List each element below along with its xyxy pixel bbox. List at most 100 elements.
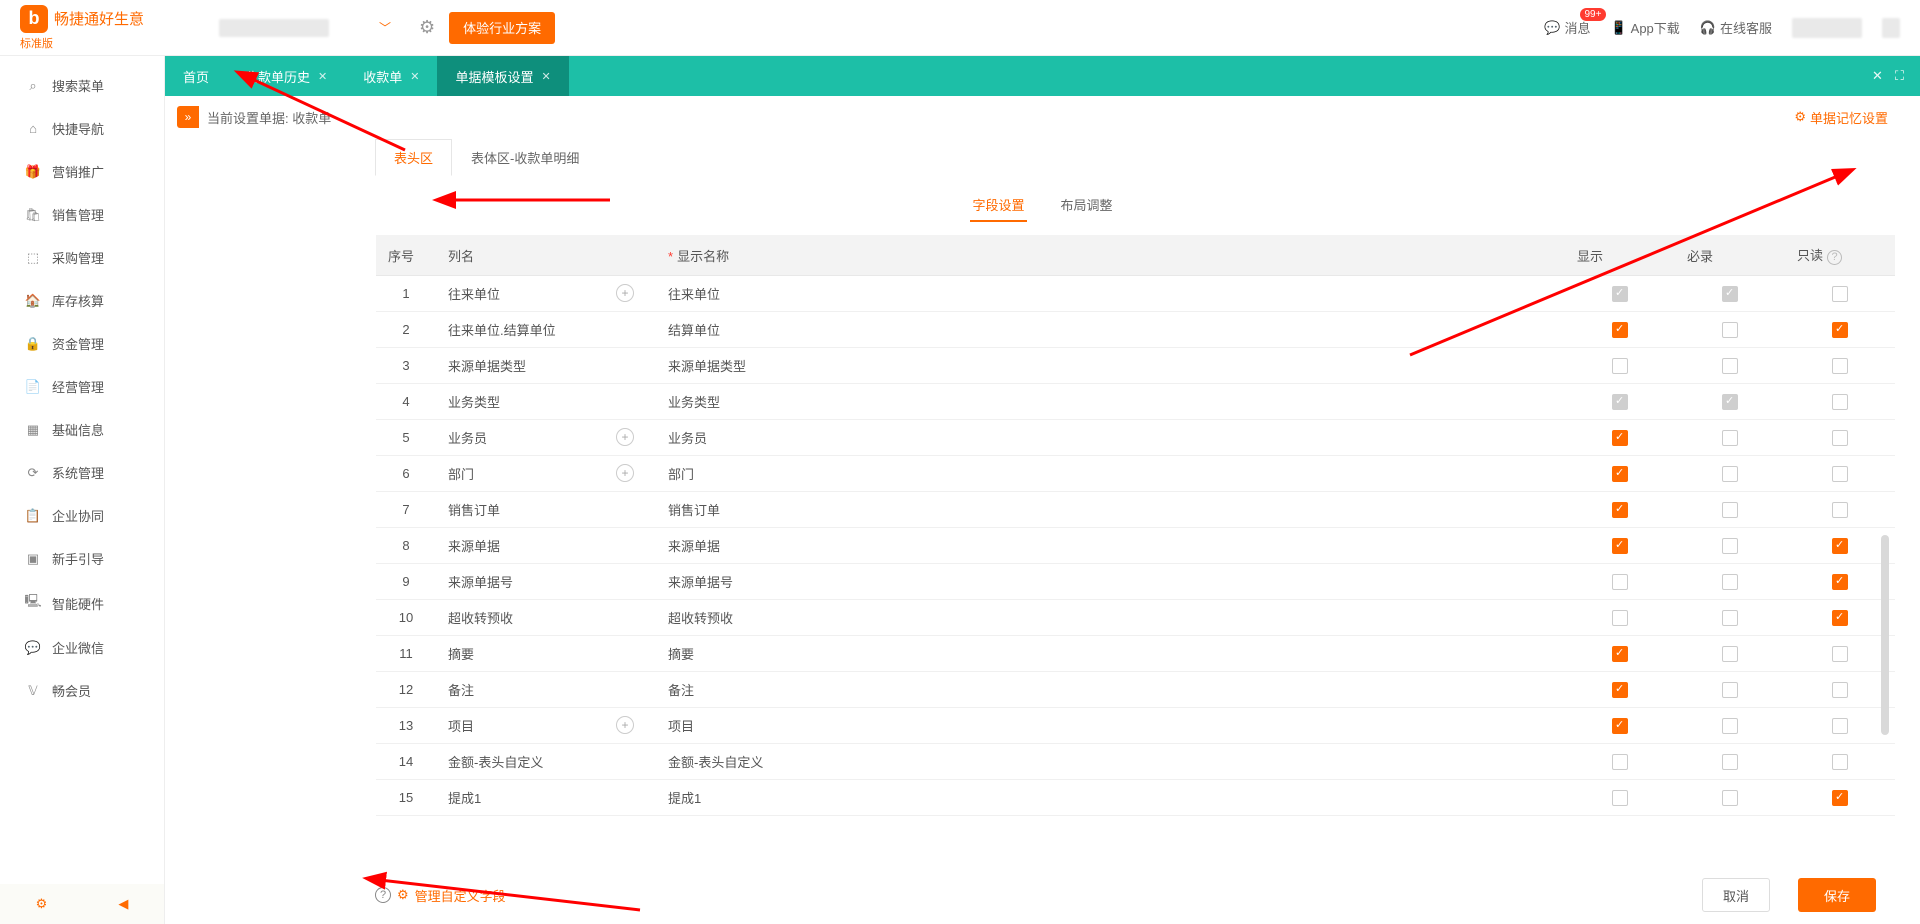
checkbox[interactable]: [1612, 574, 1628, 590]
subtab-layout-adjust[interactable]: 布局调整: [1059, 189, 1115, 222]
checkbox[interactable]: [1832, 322, 1848, 338]
checkbox[interactable]: [1612, 646, 1628, 662]
fullscreen-icon[interactable]: ⛶: [1895, 68, 1904, 84]
checkbox[interactable]: [1722, 646, 1738, 662]
tab-header-area[interactable]: 表头区: [375, 139, 452, 176]
checkbox[interactable]: [1832, 754, 1848, 770]
checkbox[interactable]: [1722, 682, 1738, 698]
sidebar-item-8[interactable]: ▦基础信息: [0, 408, 164, 451]
checkbox[interactable]: [1722, 610, 1738, 626]
sidebar-gear-icon[interactable]: ⚙: [36, 896, 48, 912]
cell-display-name[interactable]: 结算单位: [656, 312, 1565, 348]
cell-display-name[interactable]: 备注: [656, 672, 1565, 708]
cell-display-name[interactable]: 提成1: [656, 780, 1565, 816]
try-scheme-button[interactable]: 体验行业方案: [449, 12, 555, 44]
save-button[interactable]: 保存: [1798, 878, 1876, 912]
user-blurred[interactable]: [1792, 18, 1862, 38]
add-icon[interactable]: +: [616, 428, 634, 446]
cell-display-name[interactable]: 销售订单: [656, 492, 1565, 528]
sidebar-item-0[interactable]: ⌕搜索菜单: [0, 64, 164, 107]
checkbox[interactable]: [1832, 430, 1848, 446]
checkbox[interactable]: [1612, 322, 1628, 338]
cell-display-name[interactable]: 超收转预收: [656, 600, 1565, 636]
checkbox[interactable]: [1832, 646, 1848, 662]
checkbox[interactable]: [1832, 358, 1848, 374]
checkbox[interactable]: [1722, 790, 1738, 806]
checkbox[interactable]: [1722, 322, 1738, 338]
checkbox[interactable]: [1832, 286, 1848, 302]
page-tab[interactable]: 首页: [165, 56, 227, 96]
add-icon[interactable]: +: [616, 716, 634, 734]
checkbox[interactable]: [1722, 430, 1738, 446]
checkbox[interactable]: [1832, 502, 1848, 518]
cell-display-name[interactable]: 业务类型: [656, 384, 1565, 420]
checkbox[interactable]: [1832, 538, 1848, 554]
sidebar-item-4[interactable]: ⬚采购管理: [0, 236, 164, 279]
sidebar-item-6[interactable]: 🔒资金管理: [0, 322, 164, 365]
online-cs-link[interactable]: 🎧 在线客服: [1700, 18, 1772, 37]
sidebar-item-11[interactable]: ▣新手引导: [0, 537, 164, 580]
checkbox[interactable]: [1612, 718, 1628, 734]
cell-display-name[interactable]: 项目: [656, 708, 1565, 744]
add-icon[interactable]: +: [616, 464, 634, 482]
vertical-scrollbar[interactable]: [1881, 535, 1889, 735]
checkbox[interactable]: [1612, 466, 1628, 482]
avatar-blurred[interactable]: [1882, 18, 1900, 38]
cell-display-name[interactable]: 摘要: [656, 636, 1565, 672]
checkbox[interactable]: [1722, 574, 1738, 590]
checkbox[interactable]: [1612, 502, 1628, 518]
tab-close-all-icon[interactable]: ✕: [1872, 68, 1883, 84]
checkbox[interactable]: [1832, 394, 1848, 410]
subtab-field-settings[interactable]: 字段设置: [970, 189, 1026, 222]
sidebar-item-14[interactable]: 𝕍畅会员: [0, 669, 164, 712]
checkbox[interactable]: [1612, 610, 1628, 626]
checkbox[interactable]: [1832, 718, 1848, 734]
checkbox[interactable]: [1832, 574, 1848, 590]
sidebar-item-2[interactable]: 🎁营销推广: [0, 150, 164, 193]
tab-close-icon[interactable]: ✕: [318, 70, 327, 83]
cancel-button[interactable]: 取消: [1702, 878, 1770, 912]
checkbox[interactable]: [1722, 538, 1738, 554]
checkbox[interactable]: [1612, 790, 1628, 806]
cell-display-name[interactable]: 来源单据号: [656, 564, 1565, 600]
checkbox[interactable]: [1722, 754, 1738, 770]
cell-display-name[interactable]: 部门: [656, 456, 1565, 492]
sidebar-item-1[interactable]: ⌂快捷导航: [0, 107, 164, 150]
checkbox[interactable]: [1832, 610, 1848, 626]
checkbox[interactable]: [1612, 430, 1628, 446]
page-tab[interactable]: 收款单历史✕: [227, 56, 345, 96]
checkbox[interactable]: [1612, 358, 1628, 374]
cell-display-name[interactable]: 来源单据类型: [656, 348, 1565, 384]
checkbox[interactable]: [1722, 502, 1738, 518]
help-icon[interactable]: ?: [1827, 250, 1842, 265]
cell-display-name[interactable]: 金额-表头自定义: [656, 744, 1565, 780]
cell-display-name[interactable]: 往来单位: [656, 276, 1565, 312]
sidebar-item-7[interactable]: 📄经营管理: [0, 365, 164, 408]
sidebar-collapse-icon[interactable]: ◀: [118, 896, 128, 912]
checkbox[interactable]: [1832, 790, 1848, 806]
checkbox[interactable]: [1832, 682, 1848, 698]
checkbox[interactable]: [1722, 358, 1738, 374]
checkbox[interactable]: [1612, 682, 1628, 698]
app-download-link[interactable]: 📱 App下载: [1610, 18, 1679, 37]
tenant-dropdown[interactable]: ﹀: [205, 10, 405, 46]
sidebar-item-9[interactable]: ⟳系统管理: [0, 451, 164, 494]
checkbox[interactable]: [1832, 466, 1848, 482]
checkbox[interactable]: [1612, 538, 1628, 554]
tab-close-icon[interactable]: ✕: [410, 70, 419, 83]
checkbox[interactable]: [1722, 718, 1738, 734]
messages-link[interactable]: 💬 消息 99+: [1544, 18, 1590, 37]
add-icon[interactable]: +: [616, 284, 634, 302]
sidebar-item-5[interactable]: 🏠库存核算: [0, 279, 164, 322]
sidebar-item-13[interactable]: 💬企业微信: [0, 626, 164, 669]
sidebar-item-3[interactable]: 🛍销售管理: [0, 193, 164, 236]
settings-icon[interactable]: ⚙: [419, 17, 435, 38]
tab-close-icon[interactable]: ✕: [542, 70, 551, 83]
tab-body-area[interactable]: 表体区-收款单明细: [452, 139, 598, 176]
checkbox[interactable]: [1612, 754, 1628, 770]
collapse-left-icon[interactable]: »: [177, 106, 199, 128]
cell-display-name[interactable]: 业务员: [656, 420, 1565, 456]
sidebar-item-10[interactable]: 📋企业协同: [0, 494, 164, 537]
cell-display-name[interactable]: 来源单据: [656, 528, 1565, 564]
manage-custom-fields-link[interactable]: ? ⚙ 管理自定义字段: [375, 886, 506, 905]
